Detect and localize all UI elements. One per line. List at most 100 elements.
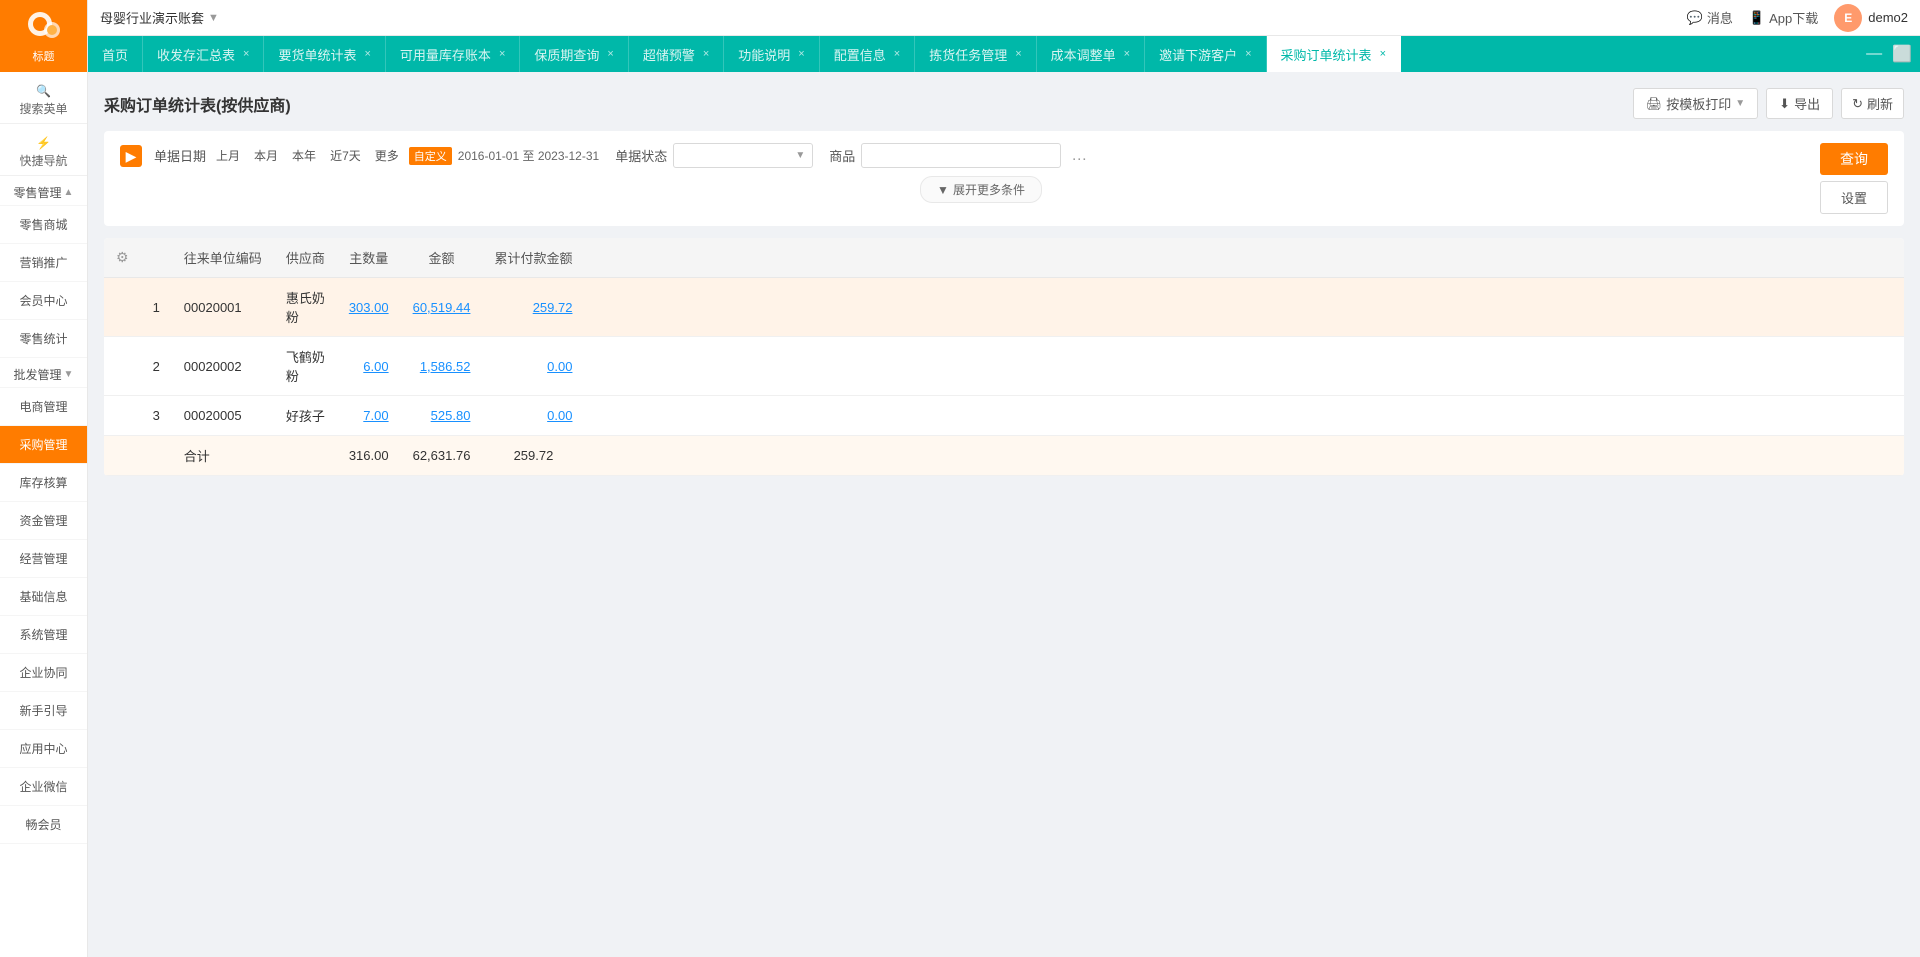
row-amount[interactable]: 60,519.44 xyxy=(401,278,483,337)
settings-button[interactable]: 设置 xyxy=(1820,181,1888,214)
inventory-label: 库存核算 xyxy=(19,476,67,490)
sidebar-item-appcenter[interactable]: 应用中心 xyxy=(0,730,87,768)
tab-pick-task[interactable]: 拣货任务管理 × xyxy=(915,36,1036,72)
sidebar-item-operation[interactable]: 经营管理 xyxy=(0,540,87,578)
tab-overstock-close[interactable]: × xyxy=(703,48,709,60)
tab-stock-ledger[interactable]: 可用量库存账本 × xyxy=(386,36,520,72)
row-extra xyxy=(584,278,1904,337)
marketing-label: 营销推广 xyxy=(19,256,67,270)
row-qty[interactable]: 6.00 xyxy=(337,337,401,396)
sidebar-item-search[interactable]: 🔍 搜索英单 xyxy=(0,72,87,124)
app-download-btn[interactable]: 📱 App下载 xyxy=(1749,8,1818,27)
user-menu[interactable]: E demo2 xyxy=(1834,4,1908,32)
sidebar-item-retail-mall[interactable]: 零售商城 xyxy=(0,206,87,244)
wechat-label: 企业微信 xyxy=(19,780,67,794)
sidebar-item-wholesale[interactable]: 批发管理 ▼ xyxy=(0,358,87,388)
shortcut-this-month[interactable]: 本月 xyxy=(250,145,282,166)
tab-purchase-stats-close[interactable]: × xyxy=(1380,48,1386,60)
tab-overstock-label: 超储预警 xyxy=(643,45,695,64)
shortcut-more[interactable]: 更多 xyxy=(371,145,403,166)
print-label: 按模板打印 xyxy=(1666,94,1731,113)
export-button[interactable]: ⬇ 导出 xyxy=(1766,88,1833,119)
retail-stats-label: 零售统计 xyxy=(19,332,67,346)
sidebar-item-newguide[interactable]: 新手引导 xyxy=(0,692,87,730)
message-icon: 💬 xyxy=(1687,10,1703,26)
nav-tab-maximize[interactable]: ⬜ xyxy=(1892,44,1912,64)
retail-label: 零售管理 xyxy=(14,184,62,201)
tab-invite[interactable]: 邀请下游客户 × xyxy=(1145,36,1266,72)
filter-toggle-button[interactable]: ▶ xyxy=(120,145,142,167)
tab-invite-close[interactable]: × xyxy=(1245,48,1251,60)
sidebar-logo[interactable]: 标题 xyxy=(0,0,87,72)
goods-filter-group: 商品 … xyxy=(829,143,1091,168)
tab-help[interactable]: 功能说明 × xyxy=(724,36,819,72)
print-button[interactable]: 🖨 按模板打印 ▼ xyxy=(1633,88,1758,119)
tab-purchase-stats[interactable]: 采购订单统计表 × xyxy=(1267,36,1401,72)
row-paid[interactable]: 0.00 xyxy=(482,337,584,396)
workspace-selector[interactable]: 母婴行业演示账套 ▼ xyxy=(100,8,219,27)
tab-stock-ledger-close[interactable]: × xyxy=(499,48,505,60)
row-amount[interactable]: 525.80 xyxy=(401,396,483,436)
sidebar-item-system[interactable]: 系统管理 xyxy=(0,616,87,654)
sidebar-item-retail-stats[interactable]: 零售统计 xyxy=(0,320,87,358)
tab-help-label: 功能说明 xyxy=(738,45,790,64)
tab-pick-task-close[interactable]: × xyxy=(1015,48,1021,60)
row-paid[interactable]: 0.00 xyxy=(482,396,584,436)
sidebar-item-quicknav[interactable]: ⚡ 快捷导航 xyxy=(0,124,87,176)
tab-collect[interactable]: 收发存汇总表 × xyxy=(143,36,264,72)
tab-config-close[interactable]: × xyxy=(894,48,900,60)
search-button[interactable]: 查询 xyxy=(1820,143,1888,175)
refresh-button[interactable]: ↻ 刷新 xyxy=(1841,88,1904,119)
col-unit-code: 往来单位编码 xyxy=(172,238,274,278)
shortcut-7days[interactable]: 近7天 xyxy=(326,145,365,166)
col-settings-icon[interactable]: ⚙ xyxy=(116,249,129,265)
tab-overstock[interactable]: 超储预警 × xyxy=(629,36,724,72)
row-extra xyxy=(584,337,1904,396)
tab-goods-stats-close[interactable]: × xyxy=(364,48,370,60)
goods-more-btn[interactable]: … xyxy=(1067,147,1091,165)
tab-help-close[interactable]: × xyxy=(798,48,804,60)
export-label: 导出 xyxy=(1794,94,1820,113)
tab-quality-close[interactable]: × xyxy=(607,48,613,60)
sidebar-item-enterprise[interactable]: 企业协同 xyxy=(0,654,87,692)
shortcut-this-year[interactable]: 本年 xyxy=(288,145,320,166)
message-btn[interactable]: 💬 消息 xyxy=(1687,8,1733,27)
sidebar-item-marketing[interactable]: 营销推广 xyxy=(0,244,87,282)
sidebar-item-member[interactable]: 会员中心 xyxy=(0,282,87,320)
tab-config[interactable]: 配置信息 × xyxy=(820,36,915,72)
tab-config-label: 配置信息 xyxy=(834,45,886,64)
row-amount[interactable]: 1,586.52 xyxy=(401,337,483,396)
newguide-label: 新手引导 xyxy=(19,704,67,718)
row-qty[interactable]: 7.00 xyxy=(337,396,401,436)
quicknav-icon: ⚡ xyxy=(0,136,87,150)
col-paid: 累计付款金额 xyxy=(482,238,584,278)
tab-quality[interactable]: 保质期查询 × xyxy=(520,36,628,72)
tab-collect-close[interactable]: × xyxy=(243,48,249,60)
sidebar-item-basic[interactable]: 基础信息 xyxy=(0,578,87,616)
tab-cost-adjust[interactable]: 成本调整单 × xyxy=(1037,36,1145,72)
refresh-label: 刷新 xyxy=(1867,94,1893,113)
sidebar-item-retail[interactable]: 零售管理 ▲ xyxy=(0,176,87,206)
sidebar-item-finance[interactable]: 资金管理 xyxy=(0,502,87,540)
logo-icon xyxy=(20,8,68,46)
status-select[interactable] xyxy=(673,143,813,168)
sidebar-item-wechat[interactable]: 企业微信 xyxy=(0,768,87,806)
tab-home[interactable]: 首页 xyxy=(88,36,143,72)
topbar-right: 💬 消息 📱 App下载 E demo2 xyxy=(1687,4,1908,32)
expand-more-btn[interactable]: ▼ 展开更多条件 xyxy=(920,176,1042,203)
tab-cost-adjust-close[interactable]: × xyxy=(1124,48,1130,60)
sidebar-item-inventory[interactable]: 库存核算 xyxy=(0,464,87,502)
tab-goods-stats[interactable]: 要货单统计表 × xyxy=(264,36,385,72)
col-supplier: 供应商 xyxy=(274,238,337,278)
tab-purchase-stats-label: 采购订单统计表 xyxy=(1281,45,1372,64)
row-paid[interactable]: 259.72 xyxy=(482,278,584,337)
sidebar-item-purchase[interactable]: 采购管理 xyxy=(0,426,87,464)
sidebar-item-vip[interactable]: 畅会员 xyxy=(0,806,87,844)
goods-input[interactable] xyxy=(861,143,1061,168)
nav-tab-minimize[interactable]: — xyxy=(1866,45,1882,63)
date-shortcuts: 上月 本月 本年 近7天 更多 自定义 xyxy=(212,145,452,166)
sidebar-item-ecommerce[interactable]: 电商管理 xyxy=(0,388,87,426)
row-qty[interactable]: 303.00 xyxy=(337,278,401,337)
enterprise-label: 企业协同 xyxy=(19,666,67,680)
shortcut-last-month[interactable]: 上月 xyxy=(212,145,244,166)
